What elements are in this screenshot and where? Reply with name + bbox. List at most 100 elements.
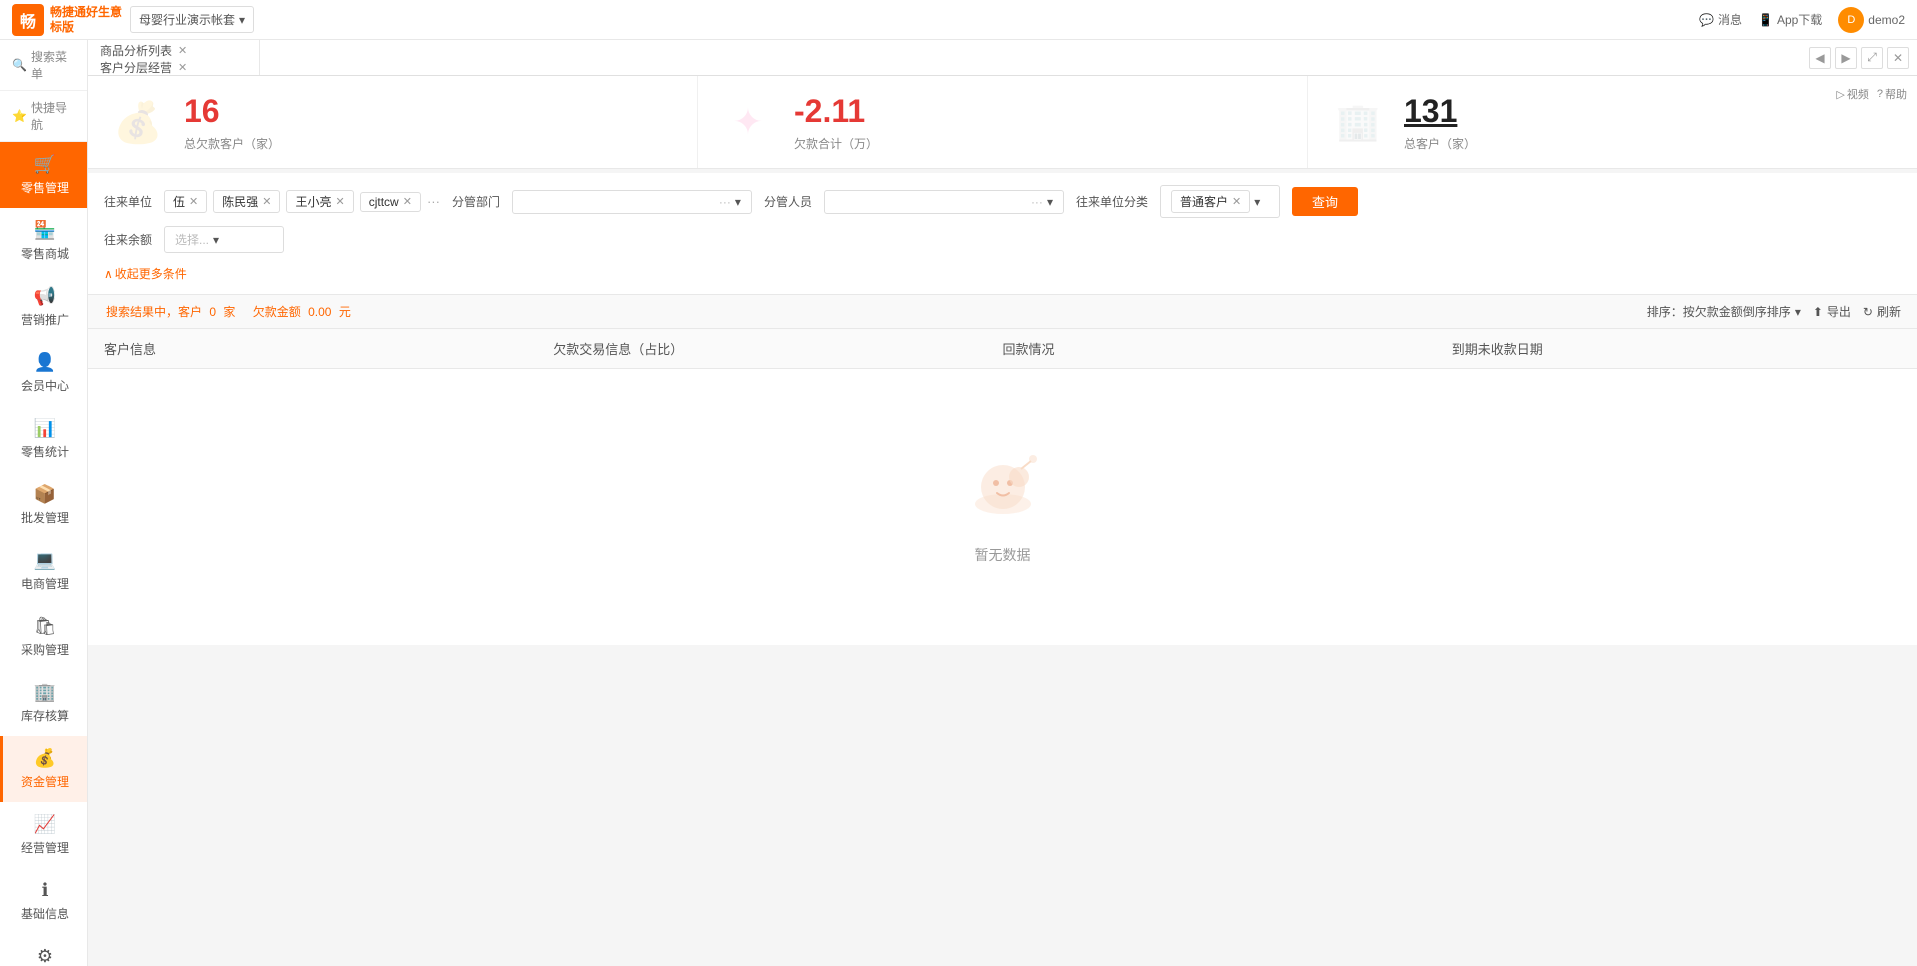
tab-customer-layer[interactable]: 客户分层经营✕ bbox=[88, 59, 260, 76]
sidebar-item-retail-mall[interactable]: 🏪零售商城 bbox=[0, 208, 87, 274]
user-menu[interactable]: D demo2 bbox=[1838, 7, 1905, 33]
filter-area: 往来单位 伍 ✕ 陈民强 ✕ 王小亮 ✕ bbox=[88, 173, 1917, 295]
sidebar-label-retail-mgmt: 零售管理 bbox=[21, 179, 69, 196]
result-actions: 排序：按欠款金额倒序排序 ▾ ⬆ 导出 ↻ 刷新 bbox=[1647, 303, 1901, 320]
query-btn[interactable]: 查询 bbox=[1292, 187, 1358, 216]
sidebar-label-batch-mgmt: 批发管理 bbox=[21, 509, 69, 526]
sidebar-label-purchase-mgmt: 采购管理 bbox=[21, 641, 69, 658]
tab-product-analysis-list[interactable]: 商品分析列表 ✕ bbox=[88, 42, 260, 59]
export-icon: ⬆ bbox=[1813, 305, 1823, 319]
unit-tag-wang: 王小亮 ✕ bbox=[286, 190, 353, 213]
tab-nav-btns: ◀ ▶ ⤢ ✕ bbox=[1801, 47, 1917, 69]
sidebar-item-operation[interactable]: 📈经营管理 bbox=[0, 802, 87, 868]
sidebar-item-ecommerce[interactable]: 💻电商管理 bbox=[0, 538, 87, 604]
unit-filter-tags: 伍 ✕ 陈民强 ✕ 王小亮 ✕ cjttcw ✕ bbox=[164, 190, 440, 213]
page-content: 💰 16 总欠款客户（家） ✦ -2.11 欠款合计（万） 🏢 bbox=[88, 76, 1917, 966]
sidebar-items: 🛒 零售管理 🏪零售商城📢营销推广👤会员中心 📊 零售统计 📦 批发管理 💻电商管理 🛍 采购管理… bbox=[0, 142, 87, 966]
stat-card-customers: 🏢 131 总客户（家） ▷ 视频 ? 帮助 bbox=[1308, 76, 1917, 168]
video-link[interactable]: ▷ 视频 bbox=[1836, 86, 1868, 102]
stat-card-debt-amount: ✦ -2.11 欠款合计（万） bbox=[698, 76, 1308, 168]
debt-amount-label: 欠款合计（万） bbox=[794, 135, 878, 152]
download-icon: 📱 bbox=[1758, 13, 1773, 27]
person-select[interactable]: ··· ▾ bbox=[824, 190, 1064, 214]
dept-filter-label: 分管部门 bbox=[452, 193, 500, 210]
message-btn[interactable]: 💬 消息 bbox=[1699, 11, 1742, 28]
remove-category-btn[interactable]: ✕ bbox=[1232, 195, 1241, 208]
sidebar-label-finance: 资金管理 bbox=[21, 773, 69, 790]
col-header-due: 到期未收款日期 bbox=[1452, 339, 1901, 358]
remove-chen-btn[interactable]: ✕ bbox=[262, 195, 271, 208]
unit-tag-wu: 伍 ✕ bbox=[164, 190, 207, 213]
remove-wu-btn[interactable]: ✕ bbox=[189, 195, 198, 208]
category-select[interactable]: 普通客户 ✕ ▾ bbox=[1160, 185, 1280, 218]
company-select[interactable]: 母婴行业演示帐套 ▾ bbox=[130, 6, 254, 33]
app-download-btn[interactable]: 📱 App下载 bbox=[1758, 11, 1822, 28]
person-more-icon: ··· bbox=[1031, 195, 1043, 209]
sidebar-item-retail-stats[interactable]: 📊 零售统计 bbox=[0, 406, 87, 472]
search-icon: 🔍 bbox=[12, 58, 27, 72]
col-header-return: 回款情况 bbox=[1003, 339, 1452, 358]
category-tag-normal: 普通客户 ✕ bbox=[1171, 190, 1250, 213]
sidebar-item-member-center[interactable]: 👤会员中心 bbox=[0, 340, 87, 406]
debtors-label: 总欠款客户（家） bbox=[184, 135, 280, 152]
collapse-btn[interactable]: ∧ 收起更多条件 bbox=[104, 265, 1901, 282]
chevron-down-icon: ▾ bbox=[1254, 195, 1260, 209]
sidebar-item-system[interactable]: ⚙系统管理 bbox=[0, 934, 87, 966]
system-icon: ⚙ bbox=[37, 946, 53, 966]
chevron-down-icon: ▾ bbox=[735, 195, 741, 209]
tab-close-product-analysis-list[interactable]: ✕ bbox=[178, 44, 187, 57]
tab-next-btn[interactable]: ▶ bbox=[1835, 47, 1857, 69]
logo-text: 畅捷通好生意 标版 bbox=[50, 5, 122, 34]
sort-btn[interactable]: 排序：按欠款金额倒序排序 ▾ bbox=[1647, 303, 1801, 320]
refresh-btn[interactable]: ↻ 刷新 bbox=[1863, 303, 1901, 320]
sidebar-item-inventory[interactable]: 🏢库存核算 bbox=[0, 670, 87, 736]
search-menu-btn[interactable]: 🔍 搜索菜单 bbox=[0, 40, 87, 91]
logo-area: 畅 畅捷通好生意 标版 bbox=[12, 4, 122, 36]
sidebar-item-batch-mgmt[interactable]: 📦 批发管理 bbox=[0, 472, 87, 538]
category-filter-label: 往来单位分类 bbox=[1076, 193, 1148, 210]
content-area: 首页客户账本✕采购订单统计表✕进货单统计表（按商品）✕产成品入库单✕商品分析✕商… bbox=[88, 40, 1917, 966]
customers-label: 总客户（家） bbox=[1404, 135, 1476, 152]
filter-row-1: 往来单位 伍 ✕ 陈民强 ✕ 王小亮 ✕ bbox=[104, 185, 1901, 218]
avatar: D bbox=[1838, 7, 1864, 33]
chevron-up-icon: ∧ bbox=[104, 267, 113, 281]
quick-nav-btn[interactable]: ⭐ 快捷导航 bbox=[0, 91, 87, 142]
sidebar-item-basic-info[interactable]: ℹ基础信息 bbox=[0, 868, 87, 934]
tab-close-all-btn[interactable]: ✕ bbox=[1887, 47, 1909, 69]
remove-wang-btn[interactable]: ✕ bbox=[336, 195, 345, 208]
tab-close-customer-layer[interactable]: ✕ bbox=[178, 61, 187, 74]
result-info: 搜索结果中，客户 0 家 欠款金额 0.00 元 bbox=[104, 303, 353, 320]
batch-mgmt-icon: 📦 bbox=[34, 484, 56, 505]
sidebar-label-retail-stats: 零售统计 bbox=[21, 443, 69, 460]
tab-label-product-analysis-list: 商品分析列表 bbox=[100, 42, 172, 59]
unit-tag-cjttcw: cjttcw ✕ bbox=[360, 192, 421, 212]
help-link[interactable]: ? 帮助 bbox=[1877, 86, 1907, 102]
sidebar-item-retail-mgmt[interactable]: 🛒 零售管理 bbox=[0, 142, 87, 208]
sidebar-label-ecommerce: 电商管理 bbox=[21, 575, 69, 592]
dept-select[interactable]: ··· ▾ bbox=[512, 190, 752, 214]
retail-mgmt-icon: 🛒 bbox=[34, 154, 56, 175]
chevron-down-icon: ▾ bbox=[213, 233, 219, 247]
more-tags-btn[interactable]: ··· bbox=[427, 194, 440, 209]
customers-icon: 🏢 bbox=[1328, 92, 1388, 152]
retail-stats-icon: 📊 bbox=[34, 418, 56, 439]
unit-filter-label: 往来单位 bbox=[104, 193, 152, 210]
result-bar: 搜索结果中，客户 0 家 欠款金额 0.00 元 排序：按欠款金额倒序排序 ▾ … bbox=[88, 295, 1917, 329]
tab-expand-btn[interactable]: ⤢ bbox=[1861, 47, 1883, 69]
stat-info-debtors: 16 总欠款客户（家） bbox=[184, 92, 280, 151]
sidebar-item-finance[interactable]: 💰资金管理 bbox=[0, 736, 87, 802]
sidebar-item-purchase-mgmt[interactable]: 🛍 采购管理 bbox=[0, 604, 87, 670]
remove-cjttcw-btn[interactable]: ✕ bbox=[403, 195, 412, 208]
purchase-mgmt-icon: 🛍 bbox=[34, 616, 57, 637]
chevron-down-icon: ▾ bbox=[1795, 305, 1801, 319]
tab-prev-btn[interactable]: ◀ bbox=[1809, 47, 1831, 69]
operation-icon: 📈 bbox=[34, 814, 56, 835]
top-bar: 畅 畅捷通好生意 标版 母婴行业演示帐套 ▾ 💬 消息 📱 App下载 D de… bbox=[0, 0, 1917, 40]
stat-card-debtors: 💰 16 总欠款客户（家） bbox=[88, 76, 698, 168]
sidebar-item-marketing[interactable]: 📢营销推广 bbox=[0, 274, 87, 340]
left-sidebar: 🔍 搜索菜单 ⭐ 快捷导航 🛒 零售管理 🏪零售商城📢营销推广👤会员中心 📊 零售统计 📦… bbox=[0, 40, 88, 966]
balance-select[interactable]: 选择... ▾ bbox=[164, 226, 284, 253]
member-center-icon: 👤 bbox=[34, 352, 56, 373]
table-header: 客户信息 欠款交易信息（占比） 回款情况 到期未收款日期 bbox=[88, 329, 1917, 369]
export-btn[interactable]: ⬆ 导出 bbox=[1813, 303, 1851, 320]
